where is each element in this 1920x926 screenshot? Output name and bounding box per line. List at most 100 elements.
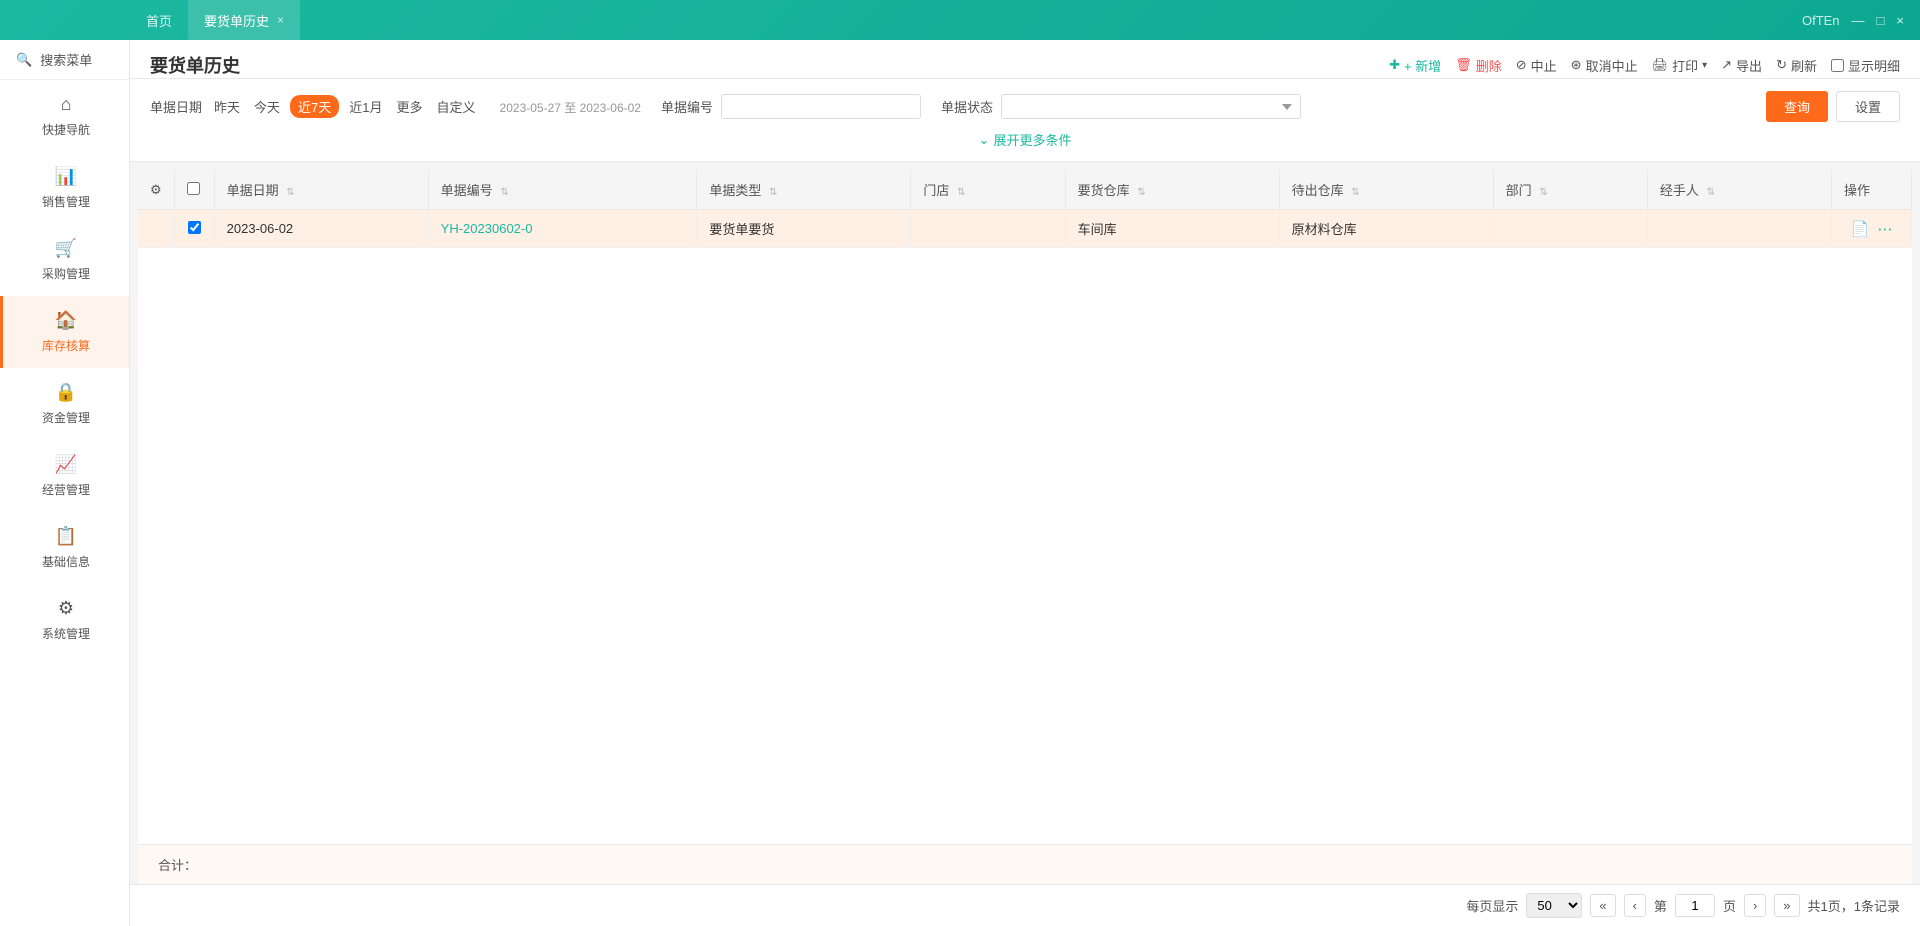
view-action-icon[interactable]: 📄 [1851, 220, 1870, 238]
doc-no-label: 单据编号 [661, 97, 713, 116]
summary-label: 合计： [158, 858, 197, 873]
often-label: OfTEn [1802, 13, 1840, 28]
doc-no-filter: 单据编号 [661, 94, 921, 119]
query-button[interactable]: 查询 [1766, 91, 1828, 122]
sidebar-item-label: 经营管理 [42, 481, 90, 498]
sidebar-item-label: 库存核算 [42, 337, 90, 354]
table-row: 2023-06-02 YH-20230602-0 要货单要货 车间库 原材料仓库 [138, 210, 1912, 248]
select-all-checkbox[interactable] [187, 182, 200, 195]
delete-button[interactable]: 🗑 删除 [1455, 56, 1502, 75]
quick-nav-icon: ⌂ [61, 94, 72, 115]
row-checkbox[interactable] [188, 221, 201, 234]
export-button[interactable]: ↗ 导出 [1721, 56, 1762, 75]
col-dept: 部门 ⇅ [1493, 170, 1647, 210]
sidebar-item-system[interactable]: ⚙ 系统管理 [0, 584, 129, 656]
page-suffix: 页 [1723, 896, 1736, 915]
expand-more-button[interactable]: ⌄ 展开更多条件 [150, 130, 1900, 149]
refresh-icon: ↻ [1776, 57, 1787, 73]
date-shortcuts: 昨天 今天 近7天 近1月 更多 自定义 [210, 95, 480, 118]
sidebar-item-sales[interactable]: 📊 销售管理 [0, 152, 129, 224]
row-dept [1493, 210, 1647, 248]
date-range-display: 2023-05-27 至 2023-06-02 [500, 99, 641, 116]
sidebar-item-label: 资金管理 [42, 409, 90, 426]
row-doc-type: 要货单要货 [697, 210, 911, 248]
date-shortcut-7days[interactable]: 近7天 [290, 95, 339, 118]
row-settings [138, 210, 174, 248]
page-input[interactable] [1675, 894, 1715, 917]
sales-icon: 📊 [55, 166, 77, 187]
purchase-icon: 🛒 [55, 238, 77, 259]
row-date: 2023-06-02 [214, 210, 428, 248]
close-tab-icon[interactable]: × [277, 13, 284, 27]
close-window-icon[interactable]: × [1896, 13, 1904, 28]
expand-label: 展开更多条件 [993, 130, 1071, 149]
sidebar: 🔍 搜索菜单 ⌂ 快捷导航 📊 销售管理 🛒 采购管理 🏠 库存核算 🔒 资金管… [0, 40, 130, 926]
col-settings[interactable]: ⚙ [138, 170, 174, 210]
display-detail-checkbox[interactable]: 显示明细 [1831, 56, 1900, 75]
row-doc-no-link[interactable]: YH-20230602-0 [441, 221, 533, 236]
sort-icon: ⇅ [1706, 187, 1714, 198]
last-page-button[interactable]: » [1774, 894, 1799, 917]
next-page-button[interactable]: › [1744, 894, 1766, 917]
sidebar-item-inventory[interactable]: 🏠 库存核算 [0, 296, 129, 368]
footer-summary: 合计： [138, 844, 1912, 884]
date-shortcut-more[interactable]: 更多 [393, 95, 427, 118]
sidebar-item-quick-nav[interactable]: ⌂ 快捷导航 [0, 80, 129, 152]
table-body: 2023-06-02 YH-20230602-0 要货单要货 车间库 原材料仓库 [138, 210, 1912, 248]
col-req-warehouse: 要货仓库 ⇅ [1065, 170, 1279, 210]
per-page-label: 每页显示 [1466, 896, 1518, 915]
display-detail-input[interactable] [1831, 59, 1844, 72]
row-checkbox-cell [174, 210, 214, 248]
filter-row: 单据日期 昨天 今天 近7天 近1月 更多 自定义 2023-05-27 至 2… [150, 91, 1900, 122]
settings-button[interactable]: 设置 [1836, 91, 1900, 122]
page-label: 第 [1654, 896, 1667, 915]
sort-icon: ⇅ [769, 187, 777, 198]
refresh-button[interactable]: ↻ 刷新 [1776, 56, 1817, 75]
topbar-right: OfTEn — □ × [1802, 13, 1920, 28]
prev-page-button[interactable]: ‹ [1624, 894, 1646, 917]
system-icon: ⚙ [58, 598, 74, 619]
date-shortcut-1month[interactable]: 近1月 [345, 95, 386, 118]
per-page-select[interactable]: 50 20 100 [1526, 893, 1582, 918]
sidebar-item-operation[interactable]: 📈 经营管理 [0, 440, 129, 512]
date-shortcut-yesterday[interactable]: 昨天 [210, 95, 244, 118]
sidebar-item-finance[interactable]: 🔒 资金管理 [0, 368, 129, 440]
tab-home[interactable]: 首页 [130, 0, 188, 40]
status-select[interactable] [1001, 94, 1301, 119]
minimize-icon[interactable]: — [1852, 13, 1865, 28]
page-title: 要货单历史 [150, 52, 240, 78]
edit-action-icon[interactable]: ⋯ [1877, 220, 1892, 238]
print-arrow-icon: ▾ [1702, 60, 1707, 71]
date-shortcut-today[interactable]: 今天 [250, 95, 284, 118]
sidebar-item-basic[interactable]: 📋 基础信息 [0, 512, 129, 584]
first-page-button[interactable]: « [1590, 894, 1615, 917]
tab-active[interactable]: 要货单历史 × [188, 0, 300, 40]
cancel-stop-icon: ⊛ [1571, 57, 1582, 73]
search-menu[interactable]: 🔍 搜索菜单 [0, 40, 129, 80]
search-menu-label: 搜索菜单 [40, 50, 92, 69]
status-filter: 单据状态 [941, 94, 1746, 119]
row-store [911, 210, 1065, 248]
row-pending-warehouse: 原材料仓库 [1279, 210, 1493, 248]
date-shortcut-custom[interactable]: 自定义 [433, 95, 480, 118]
print-button[interactable]: 🖨 打印 ▾ [1652, 56, 1708, 75]
col-handler: 经手人 ⇅ [1647, 170, 1831, 210]
date-filter-label: 单据日期 [150, 97, 202, 116]
sort-icon: ⇅ [957, 187, 965, 198]
top-bar: 首页 要货单历史 × OfTEn — □ × [0, 0, 1920, 40]
action-icons: 📄 ⋯ [1844, 220, 1899, 238]
new-button[interactable]: ✚ + 新增 [1389, 56, 1441, 75]
page-header: 要货单历史 ✚ + 新增 🗑 删除 ⊘ 中止 ⊛ 取消中止 [130, 40, 1920, 79]
table-header: ⚙ 单据日期 ⇅ 单据编号 ⇅ 单据类型 [138, 170, 1912, 210]
sidebar-item-purchase[interactable]: 🛒 采购管理 [0, 224, 129, 296]
operation-icon: 📈 [55, 454, 77, 475]
row-handler [1647, 210, 1831, 248]
new-icon: ✚ [1389, 57, 1400, 73]
maximize-icon[interactable]: □ [1877, 13, 1885, 28]
delete-icon: 🗑 [1455, 57, 1472, 73]
doc-no-input[interactable] [721, 94, 921, 119]
stop-button[interactable]: ⊘ 中止 [1516, 56, 1557, 75]
cancel-stop-button[interactable]: ⊛ 取消中止 [1571, 56, 1638, 75]
col-action: 操作 [1832, 170, 1912, 210]
sort-icon: ⇅ [1351, 187, 1359, 198]
